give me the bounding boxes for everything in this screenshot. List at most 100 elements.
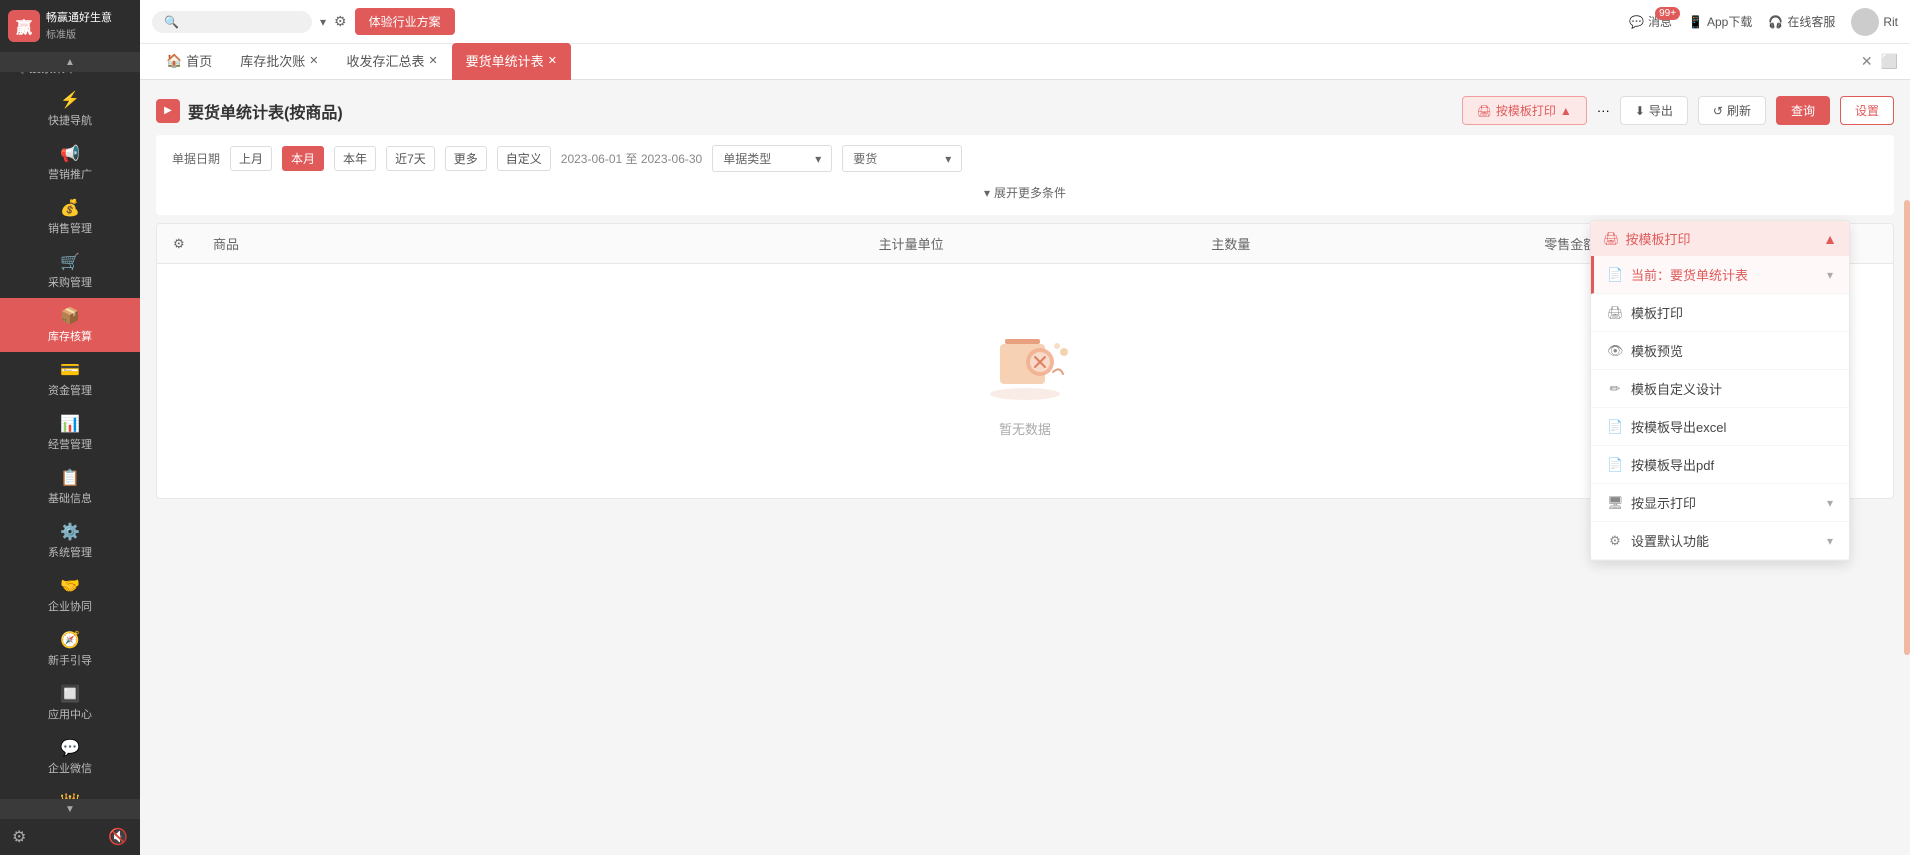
sidebar-item-system[interactable]: ⚙️ 系统管理	[0, 514, 140, 568]
export-button[interactable]: ⬇ 导出	[1620, 96, 1688, 125]
tab-label: 收发存汇总表	[346, 51, 424, 70]
tab-close-icon[interactable]: ✕	[428, 54, 437, 67]
export-pdf-item[interactable]: 📄 按模板导出pdf	[1591, 446, 1849, 484]
set-default-item[interactable]: ⚙ 设置默认功能 ▾	[1591, 522, 1849, 560]
tab-close-icon[interactable]: ✕	[309, 54, 318, 67]
tab-expand[interactable]: ⬜	[1881, 53, 1898, 70]
sidebar-item-label: 企业微信	[48, 760, 92, 776]
sidebar-item-sales[interactable]: 💰 销售管理	[0, 190, 140, 244]
print-header-icon: 🖨	[1603, 231, 1620, 247]
mute-icon[interactable]: 🔇	[108, 827, 128, 847]
sidebar-item-wechat[interactable]: 💬 企业微信	[0, 730, 140, 784]
date-custom[interactable]: 自定义	[497, 146, 551, 171]
operation-icon: 📊	[60, 414, 80, 434]
date-this-year[interactable]: 本年	[334, 146, 376, 171]
tab-label: 首页	[186, 51, 212, 70]
date-last-7days[interactable]: 近7天	[386, 146, 435, 171]
arrow-icon: ▾	[1827, 268, 1833, 282]
col-qty-header: 主数量	[1211, 234, 1544, 253]
template-print-item[interactable]: 🖨 模板打印	[1591, 294, 1849, 332]
sidebar-item-appstore[interactable]: 🔲 应用中心	[0, 676, 140, 730]
sidebar-item-collab[interactable]: 🤝 企业协同	[0, 568, 140, 622]
user-name: Rit	[1883, 15, 1898, 29]
purchase-icon: 🛒	[60, 252, 80, 272]
template-design-item[interactable]: ✏ 模板自定义设计	[1591, 370, 1849, 408]
topbar-search-box[interactable]: 🔍	[152, 11, 312, 33]
tab-home[interactable]: 🏠 首页	[152, 43, 226, 80]
topbar-gear-icon[interactable]: ⚙	[334, 13, 347, 30]
filter-bar: 单据日期 上月 本月 本年 近7天 更多 自定义 2023-06-01 至 20…	[156, 135, 1894, 215]
sidebar-bottom: ⚙ 🔇	[0, 818, 140, 855]
tabs-bar: 🏠 首页 库存批次账 ✕ 收发存汇总表 ✕ 要货单统计表 ✕ ✕ ⬜	[140, 44, 1910, 80]
print-dropdown-header: 🖨 按模板打印 ▲	[1591, 221, 1849, 256]
refresh-button[interactable]: ↺ 刷新	[1698, 96, 1766, 125]
sidebar-item-marketing[interactable]: 📢 营销推广	[0, 136, 140, 190]
sales-icon: 💰	[60, 198, 80, 218]
right-scrollbar[interactable]	[1904, 200, 1910, 655]
sidebar-item-label: 资金管理	[48, 382, 92, 398]
sidebar-item-basic[interactable]: 📋 基础信息	[0, 460, 140, 514]
messages-badge: 99+	[1655, 7, 1680, 20]
online-service-button[interactable]: 🎧 在线客服	[1768, 13, 1835, 30]
expand-more-btn[interactable]: ▾ 展开更多条件	[976, 180, 1074, 205]
date-last-month[interactable]: 上月	[230, 146, 272, 171]
unit-label: 主计量单位	[879, 237, 944, 252]
export-excel-label: 按模板导出excel	[1631, 417, 1726, 436]
sidebar: 赢 畅赢通好生意 标准版 ▲ 🔍 搜索菜单 ⚡ 快捷导航 📢 营销推广 💰 销售…	[0, 0, 140, 855]
empty-text: 暂无数据	[999, 419, 1051, 438]
sidebar-item-purchase[interactable]: 🛒 采购管理	[0, 244, 140, 298]
refresh-icon: ↺	[1713, 104, 1723, 118]
template-preview-label: 模板预览	[1631, 341, 1683, 360]
trial-button[interactable]: 体验行业方案	[355, 8, 455, 35]
tab-order-stats[interactable]: 要货单统计表 ✕	[452, 43, 571, 80]
topbar-dropdown[interactable]: ▾	[320, 15, 326, 29]
goods-type-select[interactable]: 要货 ▾	[842, 145, 962, 172]
type-label: 单据类型	[723, 150, 771, 167]
app-download-button[interactable]: 📱 App下载	[1688, 13, 1752, 30]
sidebar-item-inventory[interactable]: 📦 库存核算	[0, 298, 140, 352]
date-this-month[interactable]: 本月	[282, 146, 324, 171]
current-template-item[interactable]: 📄 当前：要货单统计表 ▾	[1591, 256, 1849, 294]
display-print-item[interactable]: 🖥 按显示打印 ▾	[1591, 484, 1849, 522]
settings-icon[interactable]: ⚙	[12, 827, 26, 847]
export-excel-item[interactable]: 📄 按模板导出excel	[1591, 408, 1849, 446]
current-template-label: 当前：要货单统计表	[1631, 265, 1748, 284]
sidebar-item-operation[interactable]: 📊 经营管理	[0, 406, 140, 460]
tab-label: 要货单统计表	[466, 51, 544, 70]
query-button[interactable]: 查询	[1776, 96, 1830, 125]
app-logo: 赢 畅赢通好生意 标准版	[0, 0, 140, 53]
settings-button[interactable]: 设置	[1840, 96, 1894, 125]
tab-receipts-summary[interactable]: 收发存汇总表 ✕	[332, 43, 451, 80]
type-select[interactable]: 单据类型 ▾	[712, 145, 832, 172]
online-service-label: 在线客服	[1787, 13, 1835, 30]
messages-button[interactable]: 💬 消息 99+	[1629, 13, 1672, 30]
export-pdf-label: 按模板导出pdf	[1631, 455, 1714, 474]
tab-batch-account[interactable]: 库存批次账 ✕	[226, 43, 332, 80]
expand-more-label: 展开更多条件	[994, 184, 1066, 201]
template-print-icon: 🖨	[1607, 305, 1623, 321]
tab-close-icon[interactable]: ✕	[548, 54, 557, 67]
print-template-button[interactable]: 🖨 按模板打印 ▲	[1462, 96, 1587, 125]
export-icon: ⬇	[1635, 104, 1645, 118]
sidebar-scroll-down[interactable]: ▼	[0, 799, 140, 819]
template-preview-item[interactable]: 👁 模板预览	[1591, 332, 1849, 370]
sidebar-item-quick-nav[interactable]: ⚡ 快捷导航	[0, 82, 140, 136]
print-icon: 🖨	[1477, 104, 1492, 118]
sidebar-item-label: 营销推广	[48, 166, 92, 182]
sidebar-item-finance[interactable]: 💳 资金管理	[0, 352, 140, 406]
template-preview-icon: 👁	[1607, 343, 1623, 359]
settings-label: 设置	[1855, 102, 1879, 119]
collab-icon: 🤝	[60, 576, 80, 596]
expand-sidebar-btn[interactable]: ▶	[156, 99, 180, 123]
refresh-label: 刷新	[1727, 102, 1751, 119]
sidebar-scroll-up[interactable]: ▲	[0, 52, 140, 72]
settings-col-icon[interactable]: ⚙	[173, 236, 185, 251]
sidebar-item-label: 应用中心	[48, 706, 92, 722]
quick-nav-icon: ⚡	[60, 90, 80, 110]
display-print-label: 按显示打印	[1631, 493, 1696, 512]
print-dropdown-close[interactable]: ▲	[1823, 231, 1837, 247]
sidebar-item-guide[interactable]: 🧭 新手引导	[0, 622, 140, 676]
user-avatar[interactable]: Rit	[1851, 8, 1898, 36]
date-more[interactable]: 更多	[445, 146, 487, 171]
tab-close-all[interactable]: ✕	[1861, 53, 1873, 70]
